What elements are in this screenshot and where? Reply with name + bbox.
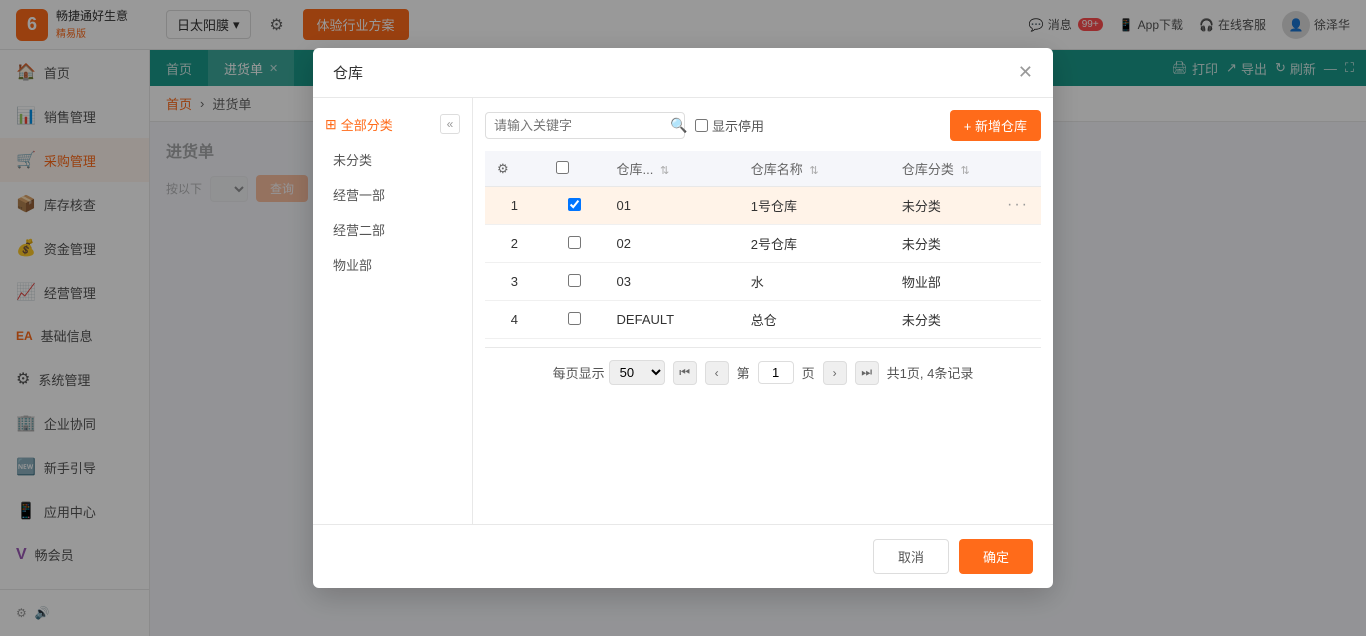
page-size-select: 每页显示 50 100 200 [553, 360, 665, 385]
table-header-row: ⚙ 仓库... ⇅ 仓库名称 ⇅ [485, 151, 1041, 187]
category-dept1[interactable]: 经营一部 [313, 177, 472, 212]
th-category: 仓库分类 ⇅ [890, 151, 1041, 187]
modal-header: 仓库 ✕ [313, 48, 1053, 98]
row-checkbox[interactable] [568, 198, 581, 211]
first-page-btn[interactable]: ⏮ [673, 361, 697, 385]
table-panel: 🔍 显示停用 + 新增仓库 ⚙ [473, 98, 1053, 524]
row-checkbox[interactable] [568, 274, 581, 287]
modal-footer: 取消 确定 [313, 524, 1053, 588]
row-code: 03 [605, 263, 739, 301]
table-row[interactable]: 3 03 水 物业部 [485, 263, 1041, 301]
modal-close-icon[interactable]: ✕ [1018, 62, 1033, 83]
row-num: 4 [485, 301, 544, 339]
th-name: 仓库名称 ⇅ [739, 151, 890, 187]
last-page-btn[interactable]: ⏭ [855, 361, 879, 385]
row-num: 1 [485, 187, 544, 225]
row-name: 2号仓库 [739, 225, 890, 263]
page-input[interactable] [758, 361, 794, 384]
table-row[interactable]: 2 02 2号仓库 未分类 [485, 225, 1041, 263]
row-name: 总仓 [739, 301, 890, 339]
add-warehouse-btn[interactable]: + 新增仓库 [950, 110, 1041, 141]
per-page-select[interactable]: 50 100 200 [609, 360, 665, 385]
sort-category-icon: ⇅ [960, 165, 969, 177]
row-code: 02 [605, 225, 739, 263]
modal-overlay: 仓库 ✕ ⊞ 全部分类 « 未分类 经营一部 [0, 0, 1366, 636]
modal-title: 仓库 [333, 62, 363, 83]
category-dept2[interactable]: 经营二部 [313, 212, 472, 247]
category-property[interactable]: 物业部 [313, 247, 472, 282]
th-code: 仓库... ⇅ [605, 151, 739, 187]
sort-code-icon: ⇅ [660, 165, 669, 177]
show-disabled-checkbox[interactable] [695, 119, 708, 132]
row-actions-btn[interactable]: ··· [1007, 196, 1029, 214]
modal-body: ⊞ 全部分类 « 未分类 经营一部 经营二部 物业部 [313, 98, 1053, 524]
confirm-btn[interactable]: 确定 [959, 539, 1033, 574]
category-panel: ⊞ 全部分类 « 未分类 经营一部 经营二部 物业部 [313, 98, 473, 524]
row-code: 01 [605, 187, 739, 225]
th-checkbox [544, 151, 605, 187]
cancel-btn[interactable]: 取消 [873, 539, 949, 574]
table-toolbar: 🔍 显示停用 + 新增仓库 [485, 110, 1041, 141]
collapse-btn[interactable]: « [440, 114, 460, 134]
row-name: 1号仓库 [739, 187, 890, 225]
next-page-btn[interactable]: › [823, 361, 847, 385]
select-all-checkbox[interactable] [556, 161, 569, 174]
search-box: 🔍 [485, 112, 685, 139]
row-checkbox-cell [544, 187, 605, 225]
row-category: 未分类 [890, 301, 1041, 339]
prev-page-btn[interactable]: ‹ [705, 361, 729, 385]
warehouse-modal: 仓库 ✕ ⊞ 全部分类 « 未分类 经营一部 [313, 48, 1053, 588]
category-all[interactable]: ⊞ 全部分类 « [313, 106, 472, 142]
show-disabled-label: 显示停用 [695, 116, 764, 135]
row-category: 未分类 [890, 225, 1041, 263]
row-checkbox-cell [544, 225, 605, 263]
row-num: 2 [485, 225, 544, 263]
search-icon: 🔍 [670, 117, 687, 134]
row-num: 3 [485, 263, 544, 301]
sort-name-icon: ⇅ [809, 165, 818, 177]
table-row[interactable]: 1 01 1号仓库 未分类 ··· [485, 187, 1041, 225]
pagination: 每页显示 50 100 200 ⏮ ‹ 第 页 › ⏭ 共1页, 4条记录 [485, 347, 1041, 397]
row-category: 物业部 [890, 263, 1041, 301]
page-summary: 共1页, 4条记录 [887, 363, 974, 382]
warehouse-table: ⚙ 仓库... ⇅ 仓库名称 ⇅ [485, 151, 1041, 339]
search-input[interactable] [494, 118, 670, 133]
row-checkbox[interactable] [568, 312, 581, 325]
row-code: DEFAULT [605, 301, 739, 339]
row-category: 未分类 ··· [890, 187, 1041, 225]
row-checkbox-cell [544, 301, 605, 339]
row-name: 水 [739, 263, 890, 301]
row-checkbox-cell [544, 263, 605, 301]
row-checkbox[interactable] [568, 236, 581, 249]
category-unclassified[interactable]: 未分类 [313, 142, 472, 177]
th-settings: ⚙ [485, 151, 544, 187]
grid-icon: ⊞ [325, 116, 337, 133]
table-row[interactable]: 4 DEFAULT 总仓 未分类 [485, 301, 1041, 339]
